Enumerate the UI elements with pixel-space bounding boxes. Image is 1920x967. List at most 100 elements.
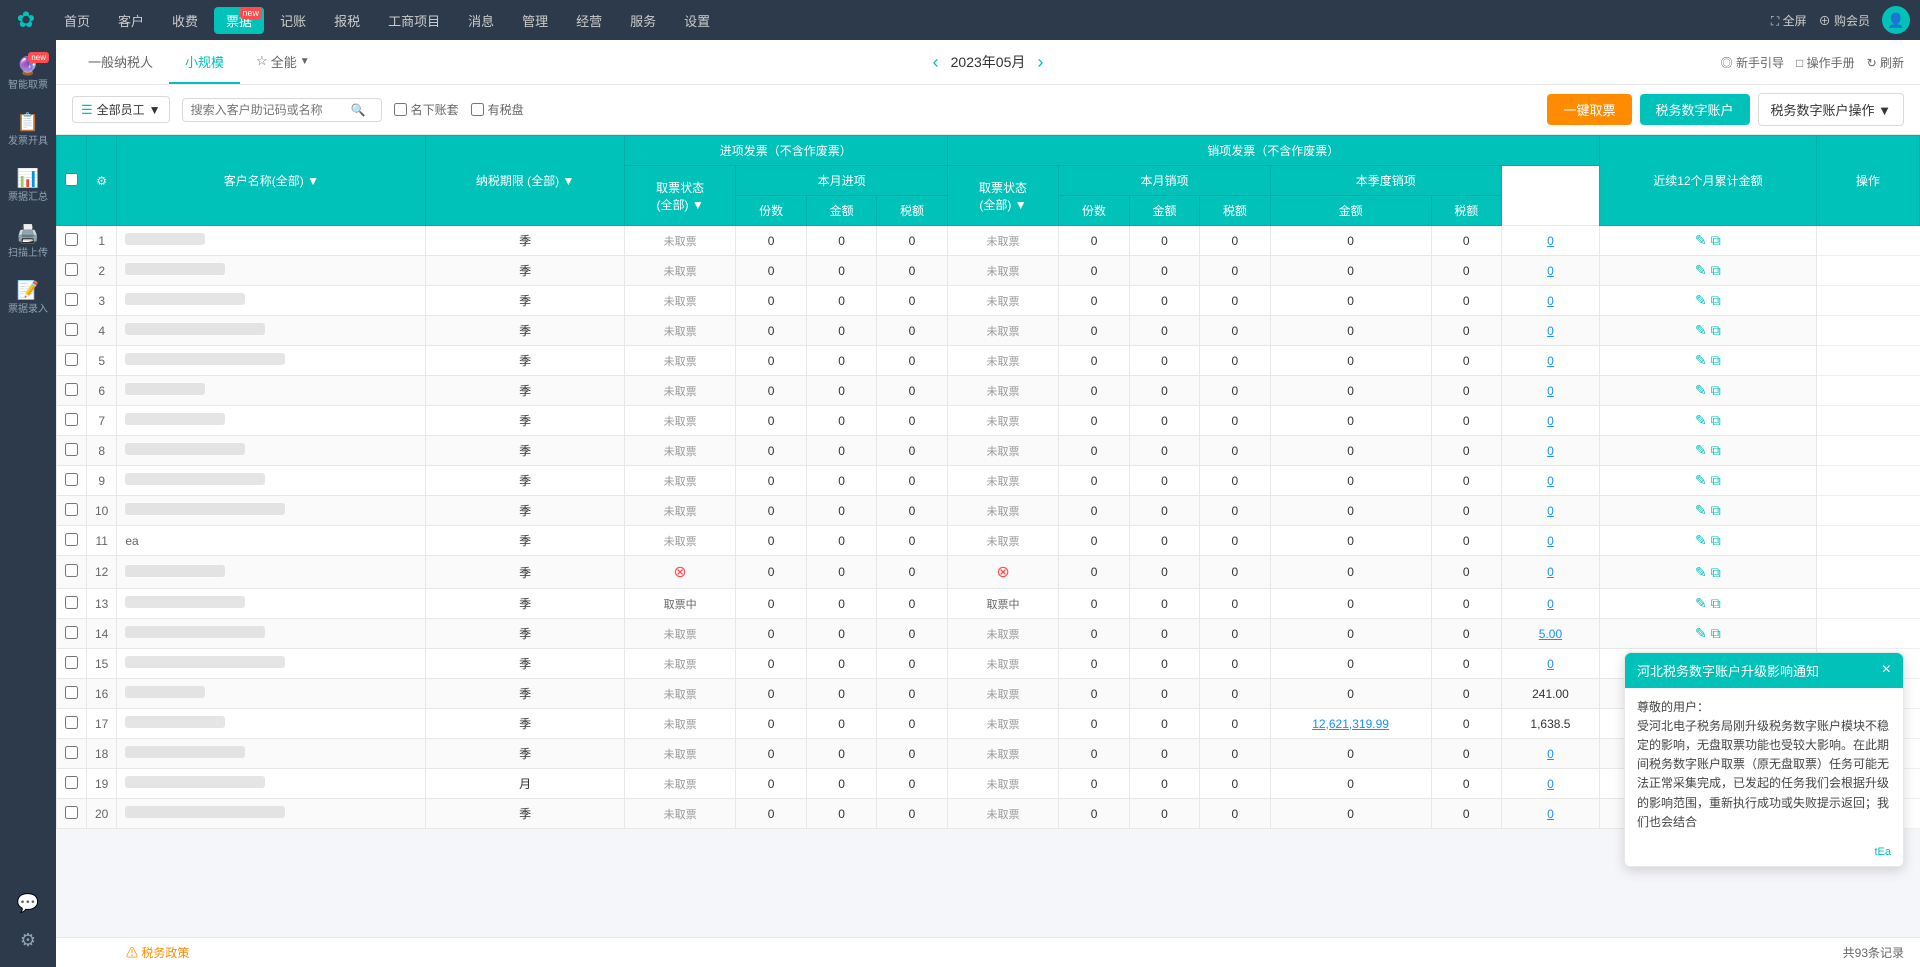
nav-fee[interactable]: 收费 xyxy=(160,7,210,34)
nav-bookkeeping[interactable]: 记账 xyxy=(268,7,318,34)
sidebar-item-ticket-summary[interactable]: 📊 票据汇总 xyxy=(3,160,53,212)
edit-icon[interactable]: ✎ xyxy=(1695,532,1707,549)
copy-icon[interactable]: ⧉ xyxy=(1711,262,1721,279)
row-checkbox[interactable] xyxy=(57,739,87,769)
tax-digital-account-ops-btn[interactable]: 税务数字账户操作 ▼ xyxy=(1758,93,1904,126)
edit-icon[interactable]: ✎ xyxy=(1695,352,1707,369)
avatar[interactable]: 👤 xyxy=(1882,6,1910,34)
search-input[interactable] xyxy=(191,103,351,117)
nav-operation[interactable]: 经营 xyxy=(564,7,614,34)
out-tax-cell: 0 xyxy=(1200,406,1270,436)
copy-icon[interactable]: ⧉ xyxy=(1711,352,1721,369)
sidebar-item-gear[interactable]: ⚙ xyxy=(3,922,53,959)
search-box[interactable]: 🔍 xyxy=(182,98,382,122)
search-icon[interactable]: 🔍 xyxy=(351,103,366,117)
row-checkbox[interactable] xyxy=(57,769,87,799)
copy-icon[interactable]: ⧉ xyxy=(1711,472,1721,489)
copy-icon[interactable]: ⧉ xyxy=(1711,502,1721,519)
row-checkbox[interactable] xyxy=(57,466,87,496)
copy-icon[interactable]: ⧉ xyxy=(1711,564,1721,581)
edit-icon[interactable]: ✎ xyxy=(1695,442,1707,459)
row-checkbox[interactable] xyxy=(57,619,87,649)
nav-client[interactable]: 客户 xyxy=(106,7,156,34)
nav-service[interactable]: 服务 xyxy=(618,7,668,34)
th-client-name[interactable]: 客户名称(全部) ▼ xyxy=(117,136,426,226)
row-checkbox[interactable] xyxy=(57,496,87,526)
row-checkbox[interactable] xyxy=(57,649,87,679)
nav-settings[interactable]: 设置 xyxy=(672,7,722,34)
next-period-btn[interactable]: › xyxy=(1037,52,1043,73)
select-all-checkbox[interactable] xyxy=(65,173,78,186)
row-checkbox[interactable] xyxy=(57,256,87,286)
tax-policy-link[interactable]: ⚠ 税务政策 xyxy=(126,944,189,961)
edit-icon[interactable]: ✎ xyxy=(1695,322,1707,339)
nav-tax[interactable]: 报税 xyxy=(322,7,372,34)
sidebar-item-ticket-entry[interactable]: 📝 票据录入 xyxy=(3,272,53,324)
row-checkbox[interactable] xyxy=(57,406,87,436)
edit-icon[interactable]: ✎ xyxy=(1695,412,1707,429)
fullscreen-btn[interactable]: ⛶ 全屏 xyxy=(1771,12,1807,29)
edit-icon[interactable]: ✎ xyxy=(1695,625,1707,642)
notification-close-btn[interactable]: × xyxy=(1882,661,1891,679)
row-checkbox[interactable] xyxy=(57,436,87,466)
nav-message[interactable]: 消息 xyxy=(456,7,506,34)
nav-manage[interactable]: 管理 xyxy=(510,7,560,34)
row-checkbox[interactable] xyxy=(57,376,87,406)
tax-digital-account-btn[interactable]: 税务数字账户 xyxy=(1640,94,1750,125)
refresh-btn[interactable]: ↻ 刷新 xyxy=(1867,54,1904,71)
edit-icon[interactable]: ✎ xyxy=(1695,564,1707,581)
tab-general-taxpayer[interactable]: 一般纳税人 xyxy=(72,40,169,84)
tab-all[interactable]: ☆ 全能 ▼ xyxy=(240,40,326,84)
sidebar-item-smart-ticket[interactable]: 🔮 智能取票 new xyxy=(3,48,53,100)
edit-icon[interactable]: ✎ xyxy=(1695,502,1707,519)
copy-icon[interactable]: ⧉ xyxy=(1711,382,1721,399)
notification-title: 河北税务数字账户升级影响通知 xyxy=(1637,661,1819,680)
copy-icon[interactable]: ⧉ xyxy=(1711,412,1721,429)
edit-icon[interactable]: ✎ xyxy=(1695,472,1707,489)
copy-icon[interactable]: ⧉ xyxy=(1711,532,1721,549)
row-checkbox[interactable] xyxy=(57,526,87,556)
nav-home[interactable]: 首页 xyxy=(52,7,102,34)
checkbox-my-accounts[interactable]: 名下账套 xyxy=(394,101,459,118)
nav-ticket[interactable]: 票据 new xyxy=(214,7,264,34)
checkbox-input-tax-disk[interactable] xyxy=(471,103,484,116)
member-btn[interactable]: ⊕ 购会员 xyxy=(1819,12,1870,29)
sidebar-item-invoice-open[interactable]: 📋 发票开具 xyxy=(3,104,53,156)
copy-icon[interactable]: ⧉ xyxy=(1711,442,1721,459)
edit-icon[interactable]: ✎ xyxy=(1695,292,1707,309)
row-checkbox[interactable] xyxy=(57,286,87,316)
nav-commerce[interactable]: 工商项目 xyxy=(376,7,452,34)
row-checkbox[interactable] xyxy=(57,556,87,589)
sidebar-item-scan-upload[interactable]: 🖨️ 扫描上传 xyxy=(3,216,53,268)
copy-icon[interactable]: ⧉ xyxy=(1711,292,1721,309)
tab-small-scale[interactable]: 小规模 xyxy=(169,40,240,84)
out-amount-cell: 0 xyxy=(1129,769,1199,799)
prev-period-btn[interactable]: ‹ xyxy=(933,52,939,73)
copy-icon[interactable]: ⧉ xyxy=(1711,232,1721,249)
th-in-ticket-status[interactable]: 取票状态(全部) ▼ xyxy=(624,166,736,226)
th-checkbox[interactable] xyxy=(57,136,87,226)
row-checkbox[interactable] xyxy=(57,709,87,739)
one-click-ticket-btn[interactable]: 一键取票 xyxy=(1547,94,1631,125)
row-checkbox[interactable] xyxy=(57,346,87,376)
checkbox-input-my-accounts[interactable] xyxy=(394,103,407,116)
sidebar-item-chat[interactable]: 💬 xyxy=(3,885,53,922)
copy-icon[interactable]: ⧉ xyxy=(1711,595,1721,612)
edit-icon[interactable]: ✎ xyxy=(1695,262,1707,279)
manual-btn[interactable]: □ 操作手册 xyxy=(1796,54,1855,71)
copy-icon[interactable]: ⧉ xyxy=(1711,625,1721,642)
checkbox-has-tax-disk[interactable]: 有税盘 xyxy=(471,101,524,118)
edit-icon[interactable]: ✎ xyxy=(1695,232,1707,249)
edit-icon[interactable]: ✎ xyxy=(1695,382,1707,399)
row-checkbox[interactable] xyxy=(57,679,87,709)
row-checkbox[interactable] xyxy=(57,799,87,829)
row-checkbox[interactable] xyxy=(57,316,87,346)
staff-select[interactable]: ☰ 全部员工 ▼ xyxy=(72,96,170,123)
guide-btn[interactable]: ◎ 新手引导 xyxy=(1721,54,1784,71)
row-checkbox[interactable] xyxy=(57,589,87,619)
edit-icon[interactable]: ✎ xyxy=(1695,595,1707,612)
copy-icon[interactable]: ⧉ xyxy=(1711,322,1721,339)
th-out-ticket-status[interactable]: 取票状态(全部) ▼ xyxy=(947,166,1059,226)
th-tax-period[interactable]: 纳税期限 (全部) ▼ xyxy=(426,136,624,226)
row-checkbox[interactable] xyxy=(57,226,87,256)
